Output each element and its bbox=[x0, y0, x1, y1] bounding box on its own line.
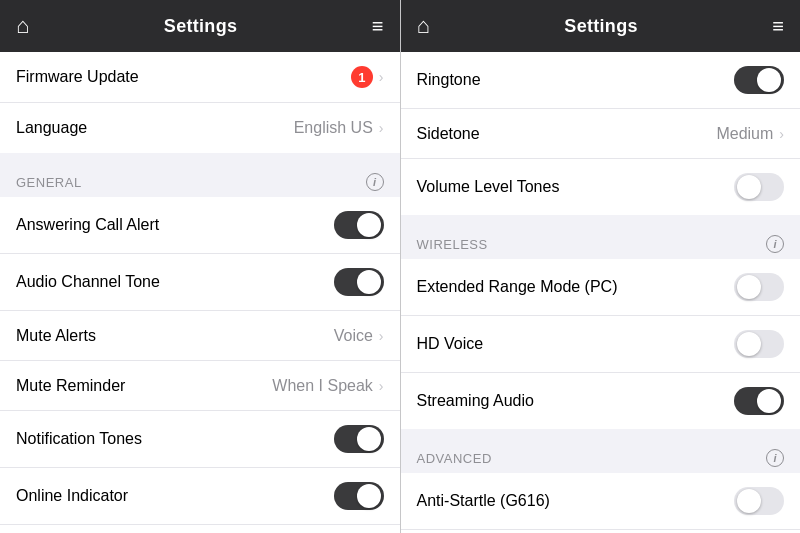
right-top-section: Ringtone Sidetone Medium › Volume Level … bbox=[401, 52, 801, 215]
general-section-group: Answering Call Alert Audio Channel Tone … bbox=[0, 197, 400, 533]
left-top-section: Firmware Update 1 › Language English US … bbox=[0, 52, 400, 153]
online-indicator-label: Online Indicator bbox=[16, 487, 128, 505]
left-menu-icon[interactable]: ≡ bbox=[372, 15, 384, 38]
ringtone-toggle[interactable] bbox=[734, 66, 784, 94]
audio-channel-toggle[interactable] bbox=[334, 268, 384, 296]
online-indicator-toggle-knob bbox=[357, 484, 381, 508]
ringtone-row[interactable]: Ringtone bbox=[401, 52, 801, 109]
mute-reminder-value: When I Speak bbox=[272, 377, 373, 395]
firmware-right: 1 › bbox=[351, 66, 384, 88]
mute-alerts-chevron: › bbox=[379, 328, 384, 344]
audio-channel-row[interactable]: Audio Channel Tone bbox=[0, 254, 400, 311]
online-indicator-row[interactable]: Online Indicator bbox=[0, 468, 400, 525]
firmware-chevron: › bbox=[379, 69, 384, 85]
audio-channel-label: Audio Channel Tone bbox=[16, 273, 160, 291]
answering-call-toggle[interactable] bbox=[334, 211, 384, 239]
left-content: Firmware Update 1 › Language English US … bbox=[0, 52, 400, 533]
extended-range-label: Extended Range Mode (PC) bbox=[417, 278, 618, 296]
extended-range-toggle[interactable] bbox=[734, 273, 784, 301]
notification-tones-toggle[interactable] bbox=[334, 425, 384, 453]
audio-channel-toggle-knob bbox=[357, 270, 381, 294]
streaming-audio-toggle[interactable] bbox=[734, 387, 784, 415]
mute-alerts-value: Voice bbox=[334, 327, 373, 345]
right-menu-icon[interactable]: ≡ bbox=[772, 15, 784, 38]
left-panel: ⌂ Settings ≡ Firmware Update 1 › Languag… bbox=[0, 0, 400, 533]
second-incoming-row[interactable]: Second Incoming Call Ring once › bbox=[0, 525, 400, 533]
volume-level-toggle[interactable] bbox=[734, 173, 784, 201]
hd-voice-row[interactable]: HD Voice bbox=[401, 316, 801, 373]
right-home-icon[interactable]: ⌂ bbox=[417, 13, 430, 39]
firmware-badge: 1 bbox=[351, 66, 373, 88]
notification-tones-toggle-knob bbox=[357, 427, 381, 451]
left-home-icon[interactable]: ⌂ bbox=[16, 13, 29, 39]
firmware-label: Firmware Update bbox=[16, 68, 139, 86]
volume-level-toggle-knob bbox=[737, 175, 761, 199]
extended-range-row[interactable]: Extended Range Mode (PC) bbox=[401, 259, 801, 316]
extended-range-toggle-knob bbox=[737, 275, 761, 299]
mute-reminder-row[interactable]: Mute Reminder When I Speak › bbox=[0, 361, 400, 411]
advanced-section-title: ADVANCED bbox=[417, 451, 492, 466]
general-info-icon[interactable]: i bbox=[366, 173, 384, 191]
sidetone-right: Medium › bbox=[716, 125, 784, 143]
wireless-section-header: WIRELESS i bbox=[401, 215, 801, 259]
sidetone-value: Medium bbox=[716, 125, 773, 143]
hd-voice-toggle-knob bbox=[737, 332, 761, 356]
mute-reminder-chevron: › bbox=[379, 378, 384, 394]
language-right: English US › bbox=[294, 119, 384, 137]
language-row[interactable]: Language English US › bbox=[0, 103, 400, 153]
advanced-info-icon[interactable]: i bbox=[766, 449, 784, 467]
volume-level-row[interactable]: Volume Level Tones bbox=[401, 159, 801, 215]
advanced-section-header: ADVANCED i bbox=[401, 429, 801, 473]
general-section-header: GENERAL i bbox=[0, 153, 400, 197]
notification-tones-label: Notification Tones bbox=[16, 430, 142, 448]
mute-reminder-right: When I Speak › bbox=[272, 377, 383, 395]
firmware-row[interactable]: Firmware Update 1 › bbox=[0, 52, 400, 103]
mute-alerts-right: Voice › bbox=[334, 327, 384, 345]
ringtone-label: Ringtone bbox=[417, 71, 481, 89]
wireless-section-group: Extended Range Mode (PC) HD Voice Stream… bbox=[401, 259, 801, 429]
answering-call-label: Answering Call Alert bbox=[16, 216, 159, 234]
right-panel-title: Settings bbox=[564, 16, 637, 37]
left-header: ⌂ Settings ≡ bbox=[0, 0, 400, 52]
mute-reminder-label: Mute Reminder bbox=[16, 377, 125, 395]
advanced-section-group: Anti-Startle (G616) Noise Exposure Not L… bbox=[401, 473, 801, 533]
right-header: ⌂ Settings ≡ bbox=[401, 0, 801, 52]
left-panel-title: Settings bbox=[164, 16, 237, 37]
anti-startle-toggle[interactable] bbox=[734, 487, 784, 515]
anti-startle-label: Anti-Startle (G616) bbox=[417, 492, 550, 510]
notification-tones-row[interactable]: Notification Tones bbox=[0, 411, 400, 468]
hd-voice-label: HD Voice bbox=[417, 335, 484, 353]
ringtone-toggle-knob bbox=[757, 68, 781, 92]
language-label: Language bbox=[16, 119, 87, 137]
online-indicator-toggle[interactable] bbox=[334, 482, 384, 510]
anti-startle-toggle-knob bbox=[737, 489, 761, 513]
wireless-info-icon[interactable]: i bbox=[766, 235, 784, 253]
sidetone-label: Sidetone bbox=[417, 125, 480, 143]
sidetone-chevron: › bbox=[779, 126, 784, 142]
mute-alerts-label: Mute Alerts bbox=[16, 327, 96, 345]
mute-alerts-row[interactable]: Mute Alerts Voice › bbox=[0, 311, 400, 361]
streaming-audio-toggle-knob bbox=[757, 389, 781, 413]
hd-voice-toggle[interactable] bbox=[734, 330, 784, 358]
language-chevron: › bbox=[379, 120, 384, 136]
wireless-section-title: WIRELESS bbox=[417, 237, 488, 252]
streaming-audio-label: Streaming Audio bbox=[417, 392, 534, 410]
right-content: Ringtone Sidetone Medium › Volume Level … bbox=[401, 52, 801, 533]
volume-level-label: Volume Level Tones bbox=[417, 178, 560, 196]
anti-startle-row[interactable]: Anti-Startle (G616) bbox=[401, 473, 801, 530]
language-value: English US bbox=[294, 119, 373, 137]
general-section-title: GENERAL bbox=[16, 175, 82, 190]
sidetone-row[interactable]: Sidetone Medium › bbox=[401, 109, 801, 159]
answering-call-toggle-knob bbox=[357, 213, 381, 237]
right-panel: ⌂ Settings ≡ Ringtone Sidetone Medium bbox=[401, 0, 801, 533]
answering-call-row[interactable]: Answering Call Alert bbox=[0, 197, 400, 254]
streaming-audio-row[interactable]: Streaming Audio bbox=[401, 373, 801, 429]
